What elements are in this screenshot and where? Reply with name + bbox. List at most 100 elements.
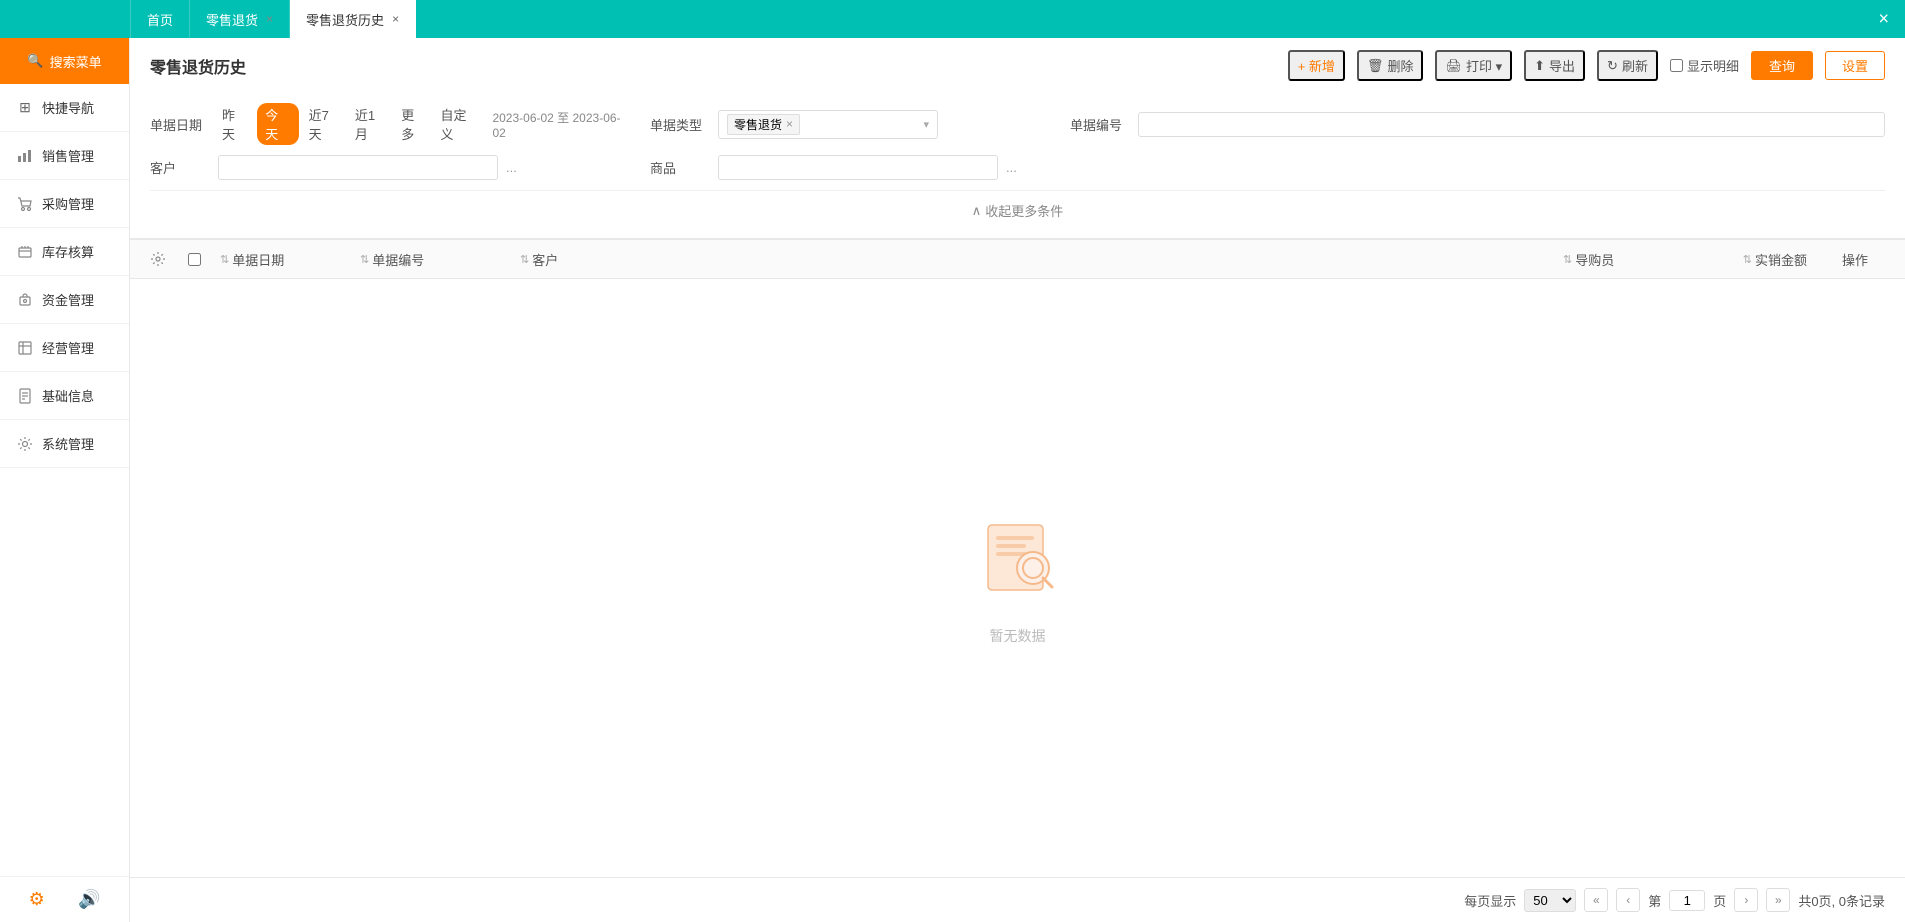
th-date[interactable]: ⇅ 单据日期 (212, 250, 352, 269)
display-detail-checkbox-area[interactable]: 显示明细 (1670, 56, 1739, 75)
goods-ellipsis-button[interactable]: ... (1006, 160, 1017, 175)
th-guide[interactable]: ⇅ 导购员 (1555, 250, 1695, 269)
page-header-top: 零售退货历史 + 新增 🗑 删除 🖨 打印 ▾ ⬆ (150, 50, 1885, 81)
query-button[interactable]: 查询 (1751, 51, 1813, 80)
goods-input[interactable] (718, 155, 998, 180)
doc-type-tag: 零售退货 × (727, 114, 800, 135)
search-menu[interactable]: 🔍 搜索菜单 (0, 38, 129, 84)
prev-page-button[interactable]: ‹ (1616, 888, 1640, 912)
sales-mgmt-icon (16, 147, 34, 165)
sidebar-item-system-mgmt[interactable]: 系统管理 (0, 420, 129, 468)
table-header: ⇅ 单据日期 ⇅ 单据编号 ⇅ 客户 ⇅ 导购员 ⇅ 实销金额 (130, 239, 1905, 279)
main-content: 零售退货历史 + 新增 🗑 删除 🖨 打印 ▾ ⬆ (130, 38, 1905, 922)
sidebar: 🔍 搜索菜单 ⊞ 快捷导航 销售管理 (0, 38, 130, 922)
per-page-select[interactable]: 50 10 20 100 (1524, 889, 1576, 912)
next-page-button[interactable]: › (1734, 888, 1758, 912)
filter-row-2: 客户 ... 商品 ... (150, 155, 1885, 180)
date-options: 昨天 今天 近7天 近1月 更多 自定义 2023-06-02 至 2023-0… (218, 103, 630, 145)
date-filter: 单据日期 昨天 今天 近7天 近1月 更多 自定义 2023-06-02 至 2… (150, 103, 630, 145)
th-docno[interactable]: ⇅ 单据编号 (352, 250, 512, 269)
audio-bottom-icon[interactable]: 🔊 (78, 889, 100, 910)
date-range: 2023-06-02 至 2023-06-02 (492, 109, 630, 140)
per-page-label: 每页显示 (1464, 891, 1516, 910)
filter-row-1: 单据日期 昨天 今天 近7天 近1月 更多 自定义 2023-06-02 至 2… (150, 103, 1885, 145)
collapse-label: 收起更多条件 (985, 201, 1063, 220)
sidebar-bottom: ⚙ 🔊 (0, 876, 129, 922)
system-mgmt-icon (16, 435, 34, 453)
inventory-icon (16, 243, 34, 261)
system-mgmt-label: 系统管理 (42, 434, 94, 453)
select-dropdown-icon: ▾ (923, 118, 929, 131)
settings-bottom-icon[interactable]: ⚙ (29, 889, 45, 910)
sidebar-item-purchase-mgmt[interactable]: 采购管理 (0, 180, 129, 228)
pagination: 每页显示 50 10 20 100 « ‹ 第 页 › » 共0页, 0条记录 (130, 877, 1905, 922)
add-button[interactable]: + 新增 (1288, 50, 1345, 81)
select-all-checkbox[interactable] (188, 253, 201, 266)
sort-date-icon: ⇅ (220, 253, 229, 266)
tab-home[interactable]: 首页 (130, 0, 190, 38)
doc-type-filter: 单据类型 零售退货 × ▾ (650, 110, 1050, 139)
first-page-button[interactable]: « (1584, 888, 1608, 912)
export-button[interactable]: ⬆ 导出 (1524, 50, 1585, 81)
last-page-button[interactable]: » (1766, 888, 1790, 912)
doc-type-select[interactable]: 零售退货 × ▾ (718, 110, 938, 139)
inventory-label: 库存核算 (42, 242, 94, 261)
close-window-button[interactable]: × (1878, 9, 1889, 30)
th-action: 操作 (1815, 250, 1895, 269)
page-label: 第 (1648, 891, 1661, 910)
delete-icon: 🗑 (1367, 58, 1384, 74)
th-customer[interactable]: ⇅ 客户 (512, 250, 1555, 269)
tag-close-icon[interactable]: × (786, 117, 793, 131)
th-settings[interactable] (140, 251, 176, 267)
tab-retail-return[interactable]: 零售退货 × (190, 0, 290, 38)
date-label: 单据日期 (150, 115, 210, 134)
date-opt-7days[interactable]: 近7天 (305, 103, 345, 145)
top-bar: 首页 零售退货 × 零售退货历史 × × (0, 0, 1905, 38)
delete-button[interactable]: 🗑 删除 (1357, 50, 1424, 81)
collapse-icon: ∧ (972, 203, 982, 219)
sidebar-item-inventory[interactable]: 库存核算 (0, 228, 129, 276)
sort-guide-icon: ⇅ (1563, 253, 1572, 266)
date-opt-today[interactable]: 今天 (257, 103, 298, 145)
sidebar-item-basic-info[interactable]: 基础信息 (0, 372, 129, 420)
date-opt-more[interactable]: 更多 (397, 103, 430, 145)
search-menu-label: 搜索菜单 (50, 52, 102, 71)
page-number-input[interactable] (1669, 890, 1705, 911)
close-retail-return-tab[interactable]: × (266, 12, 273, 26)
th-checkbox[interactable] (176, 253, 212, 266)
finance-label: 资金管理 (42, 290, 94, 309)
display-detail-checkbox[interactable] (1670, 59, 1683, 72)
customer-filter: 客户 ... (150, 155, 630, 180)
doc-no-label: 单据编号 (1070, 115, 1130, 134)
display-detail-label: 显示明细 (1687, 56, 1739, 75)
filter-area: 单据日期 昨天 今天 近7天 近1月 更多 自定义 2023-06-02 至 2… (150, 93, 1885, 238)
doc-no-input[interactable] (1138, 112, 1885, 137)
page-of-label: 页 (1713, 891, 1726, 910)
date-opt-yesterday[interactable]: 昨天 (218, 103, 251, 145)
date-opt-1month[interactable]: 近1月 (351, 103, 391, 145)
customer-input[interactable] (218, 155, 498, 180)
sort-customer-icon: ⇅ (520, 253, 529, 266)
sidebar-item-quick-nav[interactable]: ⊞ 快捷导航 (0, 84, 129, 132)
th-amount[interactable]: ⇅ 实销金额 (1695, 250, 1815, 269)
page-title: 零售退货历史 (150, 54, 246, 78)
customer-ellipsis-button[interactable]: ... (506, 160, 517, 175)
date-opt-custom[interactable]: 自定义 (437, 103, 483, 145)
purchase-mgmt-label: 采购管理 (42, 194, 94, 213)
print-icon: 🖨 (1445, 58, 1462, 74)
quick-nav-icon: ⊞ (16, 99, 34, 117)
close-retail-return-history-tab[interactable]: × (392, 12, 399, 26)
refresh-button[interactable]: ↻ 刷新 (1597, 50, 1658, 81)
purchase-mgmt-icon (16, 195, 34, 213)
sidebar-item-finance[interactable]: 资金管理 (0, 276, 129, 324)
export-icon: ⬆ (1534, 58, 1545, 74)
settings-button[interactable]: 设置 (1825, 51, 1885, 80)
doc-type-label: 单据类型 (650, 115, 710, 134)
sidebar-item-sales-mgmt[interactable]: 销售管理 (0, 132, 129, 180)
customer-label: 客户 (150, 158, 210, 177)
print-button[interactable]: 🖨 打印 ▾ (1435, 50, 1512, 81)
goods-filter: 商品 ... (650, 155, 1050, 180)
tab-retail-return-history[interactable]: 零售退货历史 × (290, 0, 416, 38)
sidebar-item-operations[interactable]: 经营管理 (0, 324, 129, 372)
collapse-button[interactable]: ∧ 收起更多条件 (150, 197, 1885, 224)
